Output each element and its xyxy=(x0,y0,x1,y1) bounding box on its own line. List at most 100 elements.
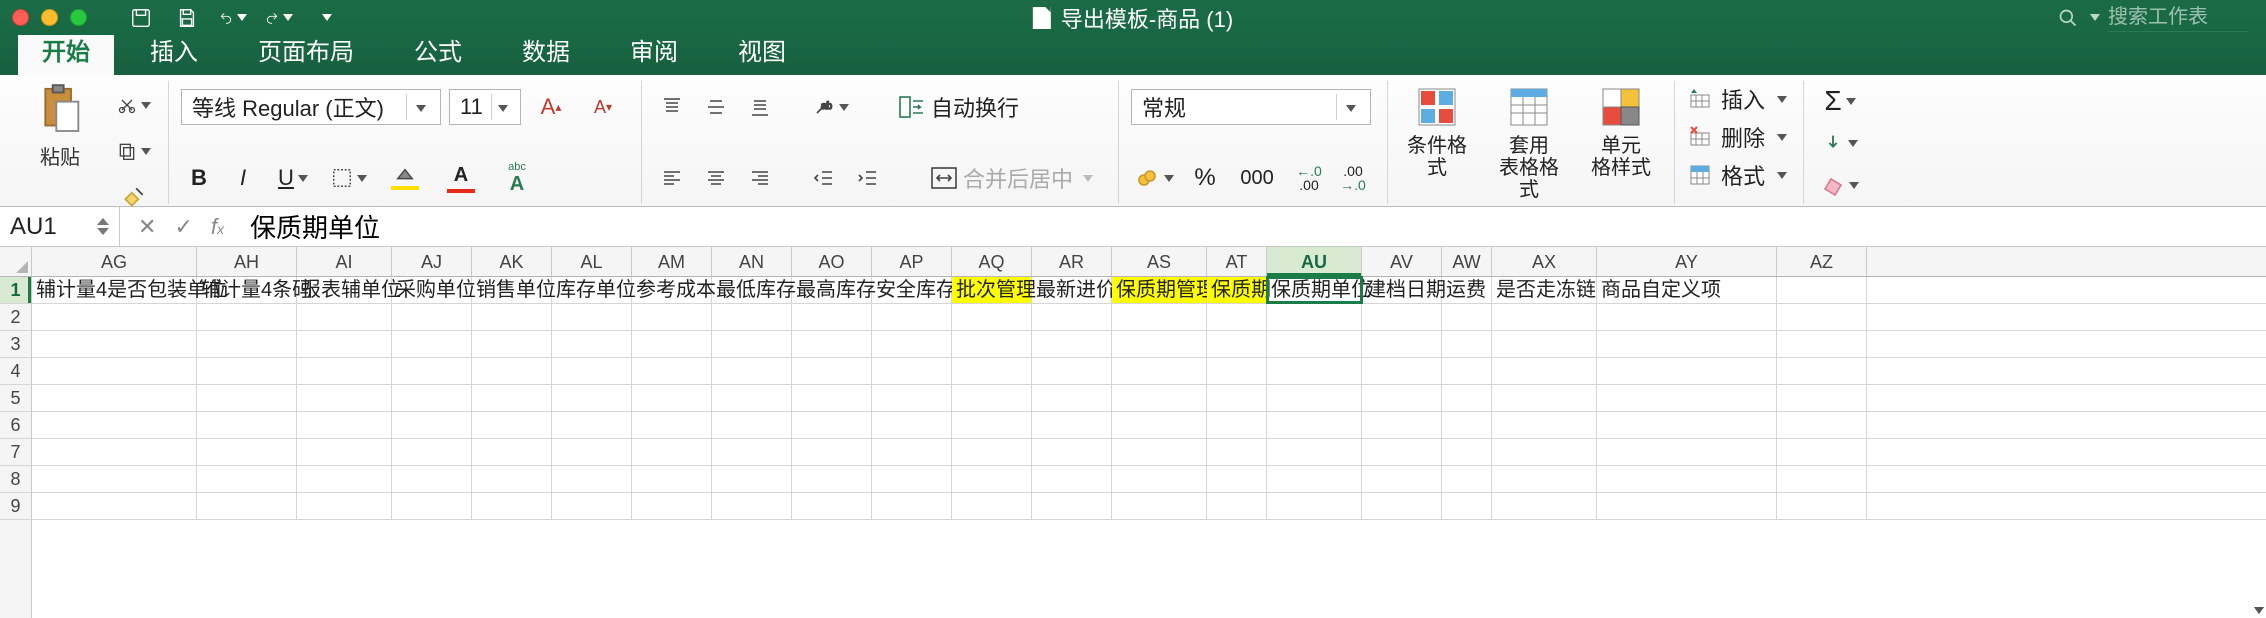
cell-AZ3[interactable] xyxy=(1777,331,1867,357)
cell-AN4[interactable] xyxy=(712,358,792,384)
cell-AM8[interactable] xyxy=(632,466,712,492)
delete-cells-button[interactable]: 删除 xyxy=(1687,121,1787,153)
cell-AK1[interactable]: 销售单位 xyxy=(472,277,552,303)
cell-AV9[interactable] xyxy=(1362,493,1442,519)
cell-AW1[interactable]: 运费 xyxy=(1442,277,1492,303)
cell-AW3[interactable] xyxy=(1442,331,1492,357)
cell-AW6[interactable] xyxy=(1442,412,1492,438)
cell-AN2[interactable] xyxy=(712,304,792,330)
column-header-AQ[interactable]: AQ xyxy=(952,247,1032,276)
cell-AY7[interactable] xyxy=(1597,439,1777,465)
column-header-AM[interactable]: AM xyxy=(632,247,712,276)
column-header-AR[interactable]: AR xyxy=(1032,247,1112,276)
cell-AP8[interactable] xyxy=(872,466,952,492)
cell-AK2[interactable] xyxy=(472,304,552,330)
cell-AL4[interactable] xyxy=(552,358,632,384)
column-header-AU[interactable]: AU xyxy=(1267,247,1362,276)
cell-AN7[interactable] xyxy=(712,439,792,465)
row-header-1[interactable]: 1 xyxy=(0,277,31,304)
cell-AV4[interactable] xyxy=(1362,358,1442,384)
cell-AY4[interactable] xyxy=(1597,358,1777,384)
cell-AJ9[interactable] xyxy=(392,493,472,519)
column-header-AZ[interactable]: AZ xyxy=(1777,247,1867,276)
cell-AU6[interactable] xyxy=(1267,412,1362,438)
cell-AM3[interactable] xyxy=(632,331,712,357)
cell-AQ3[interactable] xyxy=(952,331,1032,357)
cancel-formula-icon[interactable]: ✕ xyxy=(138,214,156,240)
decrease-indent-button[interactable] xyxy=(806,160,842,196)
cell-styles-button[interactable]: 单元 格样式 xyxy=(1584,83,1658,201)
cell-AU7[interactable] xyxy=(1267,439,1362,465)
cell-AY5[interactable] xyxy=(1597,385,1777,411)
cell-AS9[interactable] xyxy=(1112,493,1207,519)
row-header-8[interactable]: 8 xyxy=(0,466,31,493)
cell-AY6[interactable] xyxy=(1597,412,1777,438)
cell-AN3[interactable] xyxy=(712,331,792,357)
orientation-button[interactable]: ab xyxy=(806,89,854,125)
cell-AI9[interactable] xyxy=(297,493,392,519)
cell-AZ4[interactable] xyxy=(1777,358,1867,384)
cell-AO6[interactable] xyxy=(792,412,872,438)
cell-AQ2[interactable] xyxy=(952,304,1032,330)
cell-AG2[interactable] xyxy=(32,304,197,330)
align-bottom-button[interactable] xyxy=(742,89,778,125)
cell-AP9[interactable] xyxy=(872,493,952,519)
cell-AX8[interactable] xyxy=(1492,466,1597,492)
column-header-AT[interactable]: AT xyxy=(1207,247,1267,276)
cell-AQ5[interactable] xyxy=(952,385,1032,411)
cell-AM2[interactable] xyxy=(632,304,712,330)
cell-AG9[interactable] xyxy=(32,493,197,519)
autosave-icon[interactable] xyxy=(127,4,155,32)
cell-AZ8[interactable] xyxy=(1777,466,1867,492)
format-cells-button[interactable]: 格式 xyxy=(1687,159,1787,191)
cell-AI1[interactable]: 报表辅单位 xyxy=(297,277,392,303)
cell-AX4[interactable] xyxy=(1492,358,1597,384)
cell-AP7[interactable] xyxy=(872,439,952,465)
row-header-5[interactable]: 5 xyxy=(0,385,31,412)
redo-icon[interactable] xyxy=(265,4,293,32)
cell-AM6[interactable] xyxy=(632,412,712,438)
cell-AU2[interactable] xyxy=(1267,304,1362,330)
cell-AL2[interactable] xyxy=(552,304,632,330)
cell-AJ1[interactable]: 采购单位 xyxy=(392,277,472,303)
cell-AV7[interactable] xyxy=(1362,439,1442,465)
cell-AP6[interactable] xyxy=(872,412,952,438)
cell-AU3[interactable] xyxy=(1267,331,1362,357)
cell-AY8[interactable] xyxy=(1597,466,1777,492)
cell-AK5[interactable] xyxy=(472,385,552,411)
cell-AT1[interactable]: 保质期 xyxy=(1207,277,1267,303)
copy-button[interactable] xyxy=(116,133,152,169)
cell-AR6[interactable] xyxy=(1032,412,1112,438)
close-window-button[interactable] xyxy=(12,9,29,26)
cell-AM1[interactable]: 参考成本 xyxy=(632,277,712,303)
cell-AV8[interactable] xyxy=(1362,466,1442,492)
cell-AS7[interactable] xyxy=(1112,439,1207,465)
cell-AT5[interactable] xyxy=(1207,385,1267,411)
cell-AI6[interactable] xyxy=(297,412,392,438)
cell-AH4[interactable] xyxy=(197,358,297,384)
row-header-9[interactable]: 9 xyxy=(0,493,31,520)
cell-AI5[interactable] xyxy=(297,385,392,411)
cell-AO7[interactable] xyxy=(792,439,872,465)
name-box-stepper[interactable] xyxy=(97,218,109,235)
cell-AO1[interactable]: 最高库存 xyxy=(792,277,872,303)
cell-AZ7[interactable] xyxy=(1777,439,1867,465)
row-header-4[interactable]: 4 xyxy=(0,358,31,385)
column-header-AW[interactable]: AW xyxy=(1442,247,1492,276)
column-header-AL[interactable]: AL xyxy=(552,247,632,276)
fill-down-button[interactable] xyxy=(1816,125,1864,161)
column-header-AO[interactable]: AO xyxy=(792,247,872,276)
column-header-AX[interactable]: AX xyxy=(1492,247,1597,276)
cell-AO3[interactable] xyxy=(792,331,872,357)
cell-AG3[interactable] xyxy=(32,331,197,357)
number-format-combo[interactable]: 常规 xyxy=(1131,89,1371,125)
align-left-button[interactable] xyxy=(654,160,690,196)
cell-AJ8[interactable] xyxy=(392,466,472,492)
align-right-button[interactable] xyxy=(742,160,778,196)
save-icon[interactable] xyxy=(173,4,201,32)
cell-AZ5[interactable] xyxy=(1777,385,1867,411)
cell-AX6[interactable] xyxy=(1492,412,1597,438)
column-header-AJ[interactable]: AJ xyxy=(392,247,472,276)
cell-AL1[interactable]: 库存单位 xyxy=(552,277,632,303)
cell-AJ6[interactable] xyxy=(392,412,472,438)
